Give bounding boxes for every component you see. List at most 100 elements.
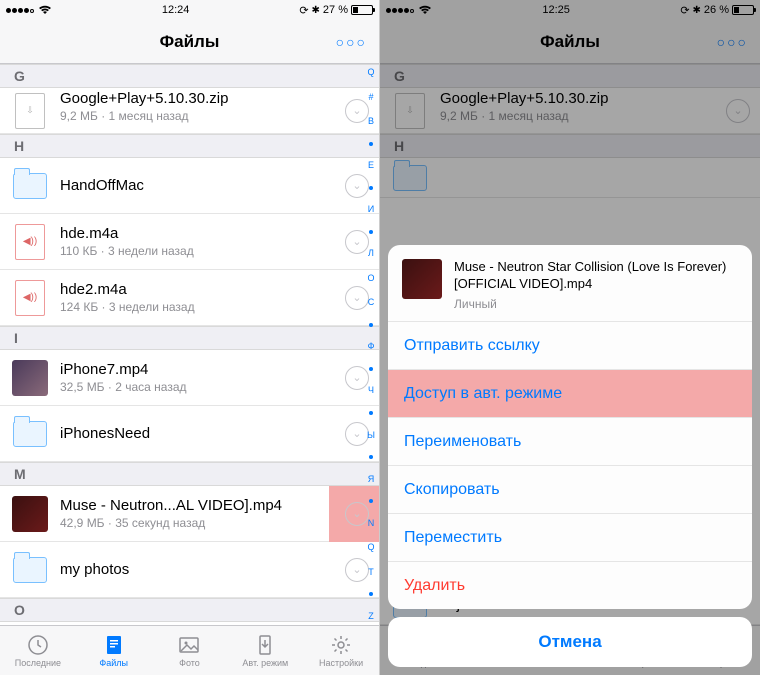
sheet-file-name: Muse - Neutron Star Collision (Love Is F… — [454, 259, 738, 293]
folder-icon — [13, 557, 47, 583]
status-time: 12:24 — [162, 4, 190, 16]
file-list[interactable]: G ⇩ Google+Play+5.10.30.zip 9,2 МБ · 1 меся… — [0, 64, 379, 625]
sheet-sub: Личный — [454, 297, 738, 311]
nav-header: Файлы ○○○ — [0, 20, 379, 64]
file-name: HandOffMac — [60, 177, 329, 194]
video-thumb-icon — [12, 496, 48, 532]
file-meta: 32,5 МБ · 2 часа назад — [60, 380, 329, 394]
section-header: I — [0, 326, 379, 350]
tab-label: Настройки — [319, 658, 363, 668]
index-letter[interactable]: С — [368, 298, 375, 307]
list-item[interactable]: ◀︎))hde.m4a110 КБ · 3 недели назад⌄ — [0, 214, 379, 270]
file-meta: 42,9 МБ · 35 секунд назад — [60, 516, 329, 530]
index-letter[interactable]: Ч — [368, 386, 374, 395]
phone-left: 12:24 ⟳ ✱ 27 % Файлы ○○○ G ⇩ Google+Play+5… — [0, 0, 380, 675]
list-item[interactable]: Muse - Neutron...AL VIDEO].mp4 42,9 МБ · … — [0, 486, 379, 542]
file-name: my photos — [60, 561, 329, 578]
folder-icon — [13, 173, 47, 199]
index-letter[interactable]: Q — [367, 68, 374, 77]
file-name: Muse - Neutron...AL VIDEO].mp4 — [60, 497, 329, 514]
index-letter[interactable]: О — [367, 274, 374, 283]
sheet-option[interactable]: Скопировать — [388, 465, 752, 513]
index-letter[interactable]: E — [368, 161, 374, 170]
index-letter[interactable]: N — [368, 519, 375, 528]
file-meta: 124 КБ · 3 недели назад — [60, 300, 329, 314]
audio-icon: ◀︎)) — [15, 224, 45, 260]
index-dot[interactable] — [369, 411, 373, 415]
section-index[interactable]: Q # B E И Л О С Ф Ч Ы Я N Q T Z — [364, 66, 378, 623]
index-letter[interactable]: Q — [367, 543, 374, 552]
index-letter[interactable]: Я — [368, 475, 375, 484]
file-name: iPhone7.mp4 — [60, 361, 329, 378]
battery-icon — [351, 5, 373, 15]
list-item[interactable]: iPhonesNeed⌄ — [0, 406, 379, 462]
tab-label: Авт. режим — [242, 658, 288, 668]
signal-dots-icon — [6, 4, 35, 16]
more-button[interactable]: ○○○ — [336, 34, 367, 50]
section-header: H — [0, 134, 379, 158]
index-dot[interactable] — [369, 499, 373, 503]
index-letter[interactable]: Z — [368, 612, 374, 621]
audio-icon: ◀︎)) — [15, 280, 45, 316]
status-bar: 12:24 ⟳ ✱ 27 % — [0, 0, 379, 20]
page-title: Файлы — [160, 32, 220, 52]
phone-right: 12:25 ⟳ ✱ 26 % Файлы ○○○ G ⇩ Google+Play… — [380, 0, 760, 675]
cancel-button[interactable]: Отмена — [388, 617, 752, 667]
sheet-option[interactable]: Отправить ссылку — [388, 321, 752, 369]
tab-4[interactable]: Настройки — [303, 626, 379, 675]
index-dot[interactable] — [369, 455, 373, 459]
sheet-header: Muse - Neutron Star Collision (Love Is F… — [388, 245, 752, 321]
sheet-option[interactable]: Переместить — [388, 513, 752, 561]
section-header: M — [0, 462, 379, 486]
index-letter[interactable]: B — [368, 117, 374, 126]
index-dot[interactable] — [369, 142, 373, 146]
zip-icon: ⇩ — [15, 93, 45, 129]
tab-2[interactable]: Фото — [152, 626, 228, 675]
video-thumb-icon — [12, 360, 48, 396]
list-item[interactable]: HandOffMac⌄ — [0, 158, 379, 214]
index-letter[interactable]: Ф — [368, 342, 375, 351]
sheet-option[interactable]: Доступ в авт. режиме — [388, 369, 752, 417]
index-letter[interactable]: T — [368, 568, 374, 577]
tab-label: Фото — [179, 658, 200, 668]
tab-icon — [253, 634, 277, 656]
sheet-option[interactable]: Удалить — [388, 561, 752, 609]
wifi-icon — [38, 5, 52, 15]
tab-3[interactable]: Авт. режим — [227, 626, 303, 675]
tab-label: Последние — [15, 658, 61, 668]
section-header: O — [0, 598, 379, 622]
file-name: Google+Play+5.10.30.zip — [60, 90, 329, 107]
folder-icon — [13, 421, 47, 447]
action-sheet: Muse - Neutron Star Collision (Love Is F… — [388, 245, 752, 667]
tab-icon — [26, 634, 50, 656]
list-item[interactable]: ◀︎))hde2.m4a124 КБ · 3 недели назад⌄ — [0, 270, 379, 326]
tab-0[interactable]: Последние — [0, 626, 76, 675]
list-item[interactable]: my photos⌄ — [0, 542, 379, 598]
video-thumb-icon — [402, 259, 442, 299]
file-meta: 110 КБ · 3 недели назад — [60, 244, 329, 258]
index-letter[interactable]: Л — [368, 249, 374, 258]
file-name: hde.m4a — [60, 225, 329, 242]
index-dot[interactable] — [369, 186, 373, 190]
index-dot[interactable] — [369, 230, 373, 234]
index-dot[interactable] — [369, 592, 373, 596]
list-item[interactable]: ⇩ Google+Play+5.10.30.zip 9,2 МБ · 1 месяц… — [0, 88, 379, 134]
file-name: iPhonesNeed — [60, 425, 329, 442]
tab-icon — [177, 634, 201, 656]
index-dot[interactable] — [369, 323, 373, 327]
index-letter[interactable]: И — [368, 205, 374, 214]
file-meta: 9,2 МБ · 1 месяц назад — [60, 109, 329, 123]
tab-label: Файлы — [99, 658, 128, 668]
tab-icon — [102, 634, 126, 656]
index-dot[interactable] — [369, 367, 373, 371]
list-item[interactable]: iPhone7.mp432,5 МБ · 2 часа назад⌄ — [0, 350, 379, 406]
tab-icon — [329, 634, 353, 656]
tab-bar: Последние Файлы Фото Авт. режим Настройки — [0, 625, 379, 675]
tab-1[interactable]: Файлы — [76, 626, 152, 675]
index-letter[interactable]: # — [368, 93, 373, 102]
index-letter[interactable]: Ы — [367, 431, 375, 440]
section-header: G — [0, 64, 379, 88]
battery-percent: 27 % — [323, 4, 348, 16]
rotation-lock-icon: ⟳ — [299, 4, 308, 17]
sheet-option[interactable]: Переименовать — [388, 417, 752, 465]
